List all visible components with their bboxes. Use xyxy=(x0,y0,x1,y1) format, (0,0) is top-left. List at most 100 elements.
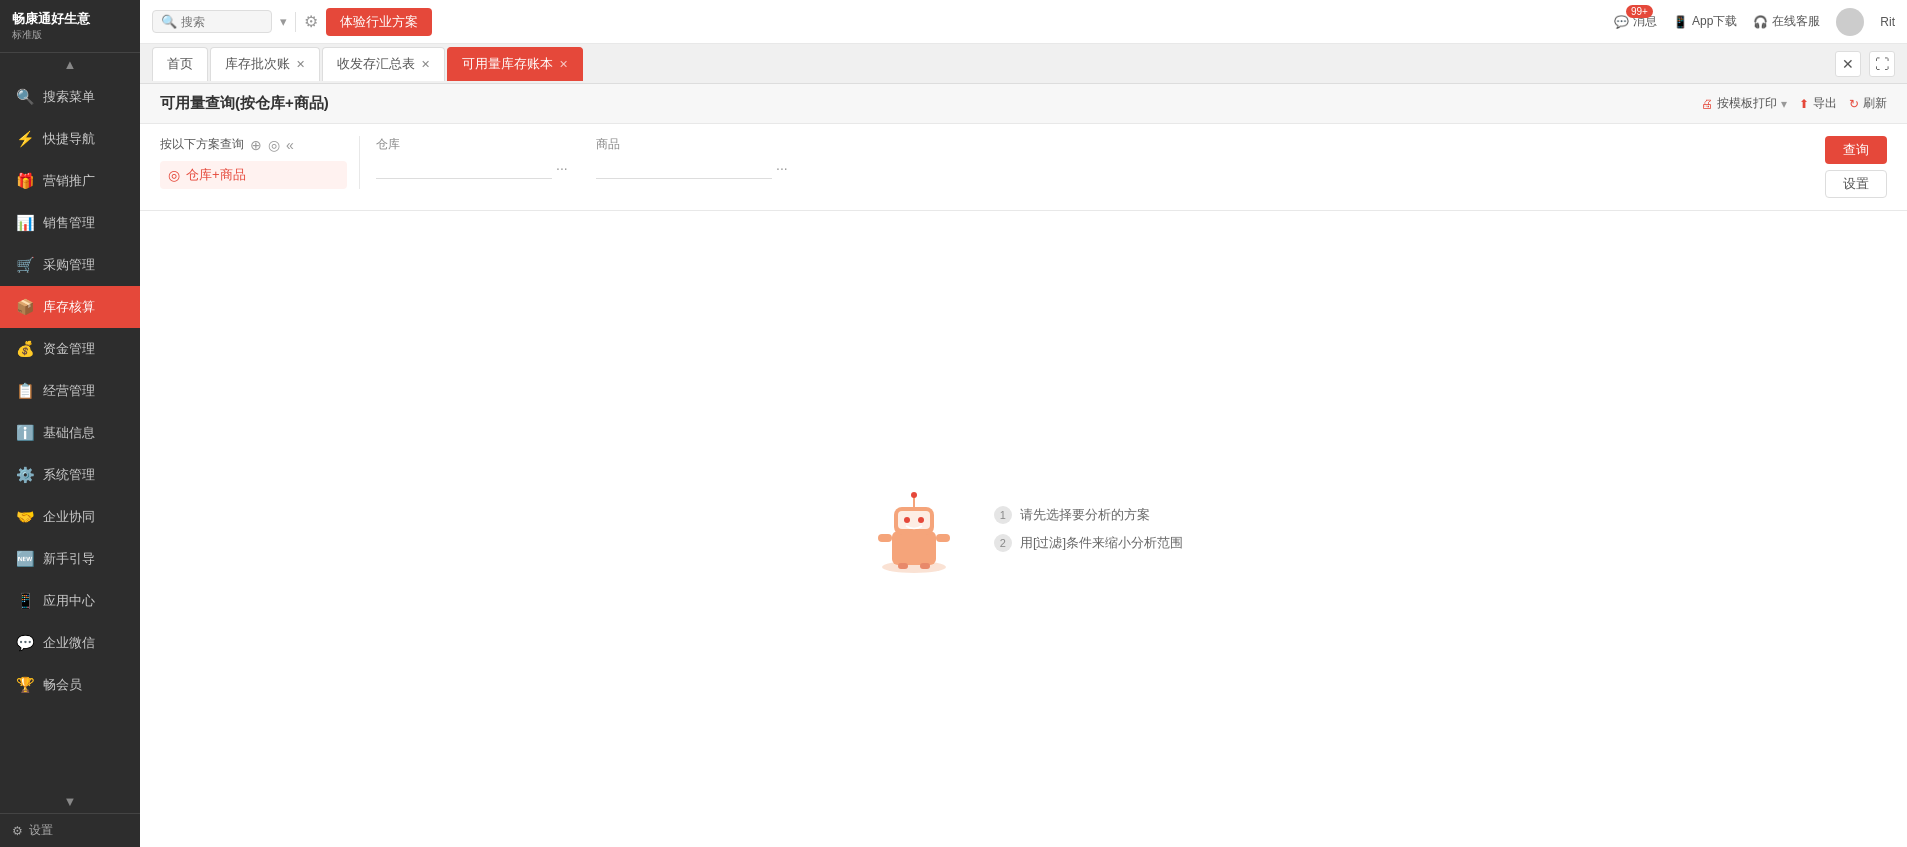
app-download-btn[interactable]: 📱 App下载 xyxy=(1673,13,1737,30)
export-btn[interactable]: ⬆ 导出 xyxy=(1799,95,1837,112)
svg-rect-8 xyxy=(878,534,892,542)
sidebar-item-finance[interactable]: 💰 资金管理 xyxy=(0,328,140,370)
tab-close-all-btn[interactable]: ✕ xyxy=(1835,51,1861,77)
online-service-btn[interactable]: 🎧 在线客服 xyxy=(1753,13,1820,30)
sidebar-item-label: 快捷导航 xyxy=(43,130,95,148)
tabbar: 首页 库存批次账 ✕ 收发存汇总表 ✕ 可用量库存账本 ✕ ✕ ⛶ xyxy=(140,44,1907,84)
trial-btn[interactable]: 体验行业方案 xyxy=(326,8,432,36)
settings-btn[interactable]: 设置 xyxy=(1825,170,1887,198)
query-btn[interactable]: 查询 xyxy=(1825,136,1887,164)
app-download-label: App下载 xyxy=(1692,13,1737,30)
app-version: 标准版 xyxy=(12,28,128,42)
warehouse-input[interactable] xyxy=(376,157,552,179)
app-logo: 畅康通好生意 标准版 xyxy=(0,0,140,53)
tab-available[interactable]: 可用量库存账本 ✕ xyxy=(447,47,583,81)
filter-field-product: 商品 ··· xyxy=(596,136,796,179)
tab-label: 可用量库存账本 xyxy=(462,55,553,73)
refresh-btn[interactable]: ↻ 刷新 xyxy=(1849,95,1887,112)
sidebar-item-inventory[interactable]: 📦 库存核算 xyxy=(0,286,140,328)
sidebar: 畅康通好生意 标准版 ▲ 🔍 搜索菜单 ⚡ 快捷导航 🎁 营销推广 📊 销售管理… xyxy=(0,0,140,847)
sidebar-item-purchase[interactable]: 🛒 采购管理 xyxy=(0,244,140,286)
filter-fields: 仓库 ··· 商品 ··· xyxy=(376,136,1809,179)
sidebar-item-label: 营销推广 xyxy=(43,172,95,190)
search-input[interactable] xyxy=(181,15,261,29)
tab-close-icon[interactable]: ✕ xyxy=(421,58,430,71)
export-label: 导出 xyxy=(1813,95,1837,112)
sidebar-item-label: 资金管理 xyxy=(43,340,95,358)
sidebar-item-sales[interactable]: 📊 销售管理 xyxy=(0,202,140,244)
sidebar-item-shortcut[interactable]: ⚡ 快捷导航 xyxy=(0,118,140,160)
collapse-icon[interactable]: « xyxy=(286,137,294,153)
robot-illustration xyxy=(864,479,964,579)
svg-rect-3 xyxy=(898,511,930,529)
sidebar-item-system[interactable]: ⚙️ 系统管理 xyxy=(0,454,140,496)
sales-icon: 📊 xyxy=(16,214,35,232)
page-title: 可用量查询(按仓库+商品) xyxy=(160,94,329,113)
sidebar-item-newbie[interactable]: 🆕 新手引导 xyxy=(0,538,140,580)
sidebar-item-label: 应用中心 xyxy=(43,592,95,610)
search-icon: 🔍 xyxy=(161,14,177,29)
settings-scheme-icon[interactable]: ◎ xyxy=(268,137,280,153)
wechat-icon: 💬 xyxy=(16,634,35,652)
sidebar-scroll-up[interactable]: ▲ xyxy=(0,53,140,76)
product-more-icon[interactable]: ··· xyxy=(776,160,788,176)
scheme-item-warehouse-product[interactable]: ◎ 仓库+商品 xyxy=(160,161,347,189)
sidebar-item-enterprise[interactable]: 🤝 企业协同 xyxy=(0,496,140,538)
sidebar-bottom-label: 设置 xyxy=(29,822,53,839)
filter-schemes-header: 按以下方案查询 ⊕ ◎ « xyxy=(160,136,347,153)
settings-icon: ⚙ xyxy=(12,824,23,838)
user-avatar[interactable] xyxy=(1836,8,1864,36)
topbar-dropdown-icon[interactable]: ▾ xyxy=(280,14,287,29)
page-header: 可用量查询(按仓库+商品) 🖨 按模板打印 ▾ ⬆ 导出 ↻ 刷新 xyxy=(140,84,1907,124)
tabbar-controls: ✕ ⛶ xyxy=(1835,51,1895,77)
product-input[interactable] xyxy=(596,157,772,179)
topbar-right: 💬 消息 99+ 📱 App下载 🎧 在线客服 Rit xyxy=(1614,8,1895,36)
tab-home[interactable]: 首页 xyxy=(152,47,208,81)
sidebar-item-label: 销售管理 xyxy=(43,214,95,232)
tab-close-icon[interactable]: ✕ xyxy=(296,58,305,71)
print-dropdown-icon[interactable]: ▾ xyxy=(1781,97,1787,111)
filter-field-product-label: 商品 xyxy=(596,136,796,153)
export-icon: ⬆ xyxy=(1799,97,1809,111)
sidebar-item-member[interactable]: 🏆 畅会员 xyxy=(0,664,140,706)
sidebar-item-operations[interactable]: 📋 经营管理 xyxy=(0,370,140,412)
username: Rit xyxy=(1880,15,1895,29)
sidebar-scroll-down[interactable]: ▼ xyxy=(0,790,140,813)
add-scheme-icon[interactable]: ⊕ xyxy=(250,137,262,153)
sidebar-item-label: 搜索菜单 xyxy=(43,88,95,106)
tab-close-icon[interactable]: ✕ xyxy=(559,58,568,71)
member-icon: 🏆 xyxy=(16,676,35,694)
gear-icon[interactable]: ⚙ xyxy=(304,12,318,31)
empty-tip-1: 1 请先选择要分析的方案 xyxy=(994,506,1183,524)
finance-icon: 💰 xyxy=(16,340,35,358)
tab-batch[interactable]: 库存批次账 ✕ xyxy=(210,47,320,81)
sidebar-item-label: 系统管理 xyxy=(43,466,95,484)
message-btn[interactable]: 💬 消息 99+ xyxy=(1614,13,1657,30)
print-btn[interactable]: 🖨 按模板打印 ▾ xyxy=(1701,95,1787,112)
scheme-icon: ◎ xyxy=(168,167,180,183)
sidebar-item-basic[interactable]: ℹ️ 基础信息 xyxy=(0,412,140,454)
topbar-search[interactable]: 🔍 xyxy=(152,10,272,33)
svg-point-4 xyxy=(904,517,910,523)
sidebar-bottom: ⚙ 设置 xyxy=(0,813,140,847)
tab-summary[interactable]: 收发存汇总表 ✕ xyxy=(322,47,445,81)
main-area: 🔍 ▾ ⚙ 体验行业方案 💬 消息 99+ 📱 App下载 🎧 在线客服 Rit xyxy=(140,0,1907,847)
tab-label: 收发存汇总表 xyxy=(337,55,415,73)
page-actions: 🖨 按模板打印 ▾ ⬆ 导出 ↻ 刷新 xyxy=(1701,95,1887,112)
filter-field-warehouse-label: 仓库 xyxy=(376,136,576,153)
purchase-icon: 🛒 xyxy=(16,256,35,274)
warehouse-more-icon[interactable]: ··· xyxy=(556,160,568,176)
sidebar-item-search[interactable]: 🔍 搜索菜单 xyxy=(0,76,140,118)
sidebar-item-wechat[interactable]: 💬 企业微信 xyxy=(0,622,140,664)
empty-state: 1 请先选择要分析的方案 2 用[过滤]条件来缩小分析范围 xyxy=(140,211,1907,847)
print-label: 按模板打印 xyxy=(1717,95,1777,112)
online-service-label: 在线客服 xyxy=(1772,13,1820,30)
operations-icon: 📋 xyxy=(16,382,35,400)
newbie-icon: 🆕 xyxy=(16,550,35,568)
svg-point-5 xyxy=(918,517,924,523)
sidebar-item-marketing[interactable]: 🎁 营销推广 xyxy=(0,160,140,202)
tip-text-2: 用[过滤]条件来缩小分析范围 xyxy=(1020,534,1183,552)
tab-maximize-btn[interactable]: ⛶ xyxy=(1869,51,1895,77)
empty-tips: 1 请先选择要分析的方案 2 用[过滤]条件来缩小分析范围 xyxy=(994,506,1183,552)
sidebar-item-appstore[interactable]: 📱 应用中心 xyxy=(0,580,140,622)
